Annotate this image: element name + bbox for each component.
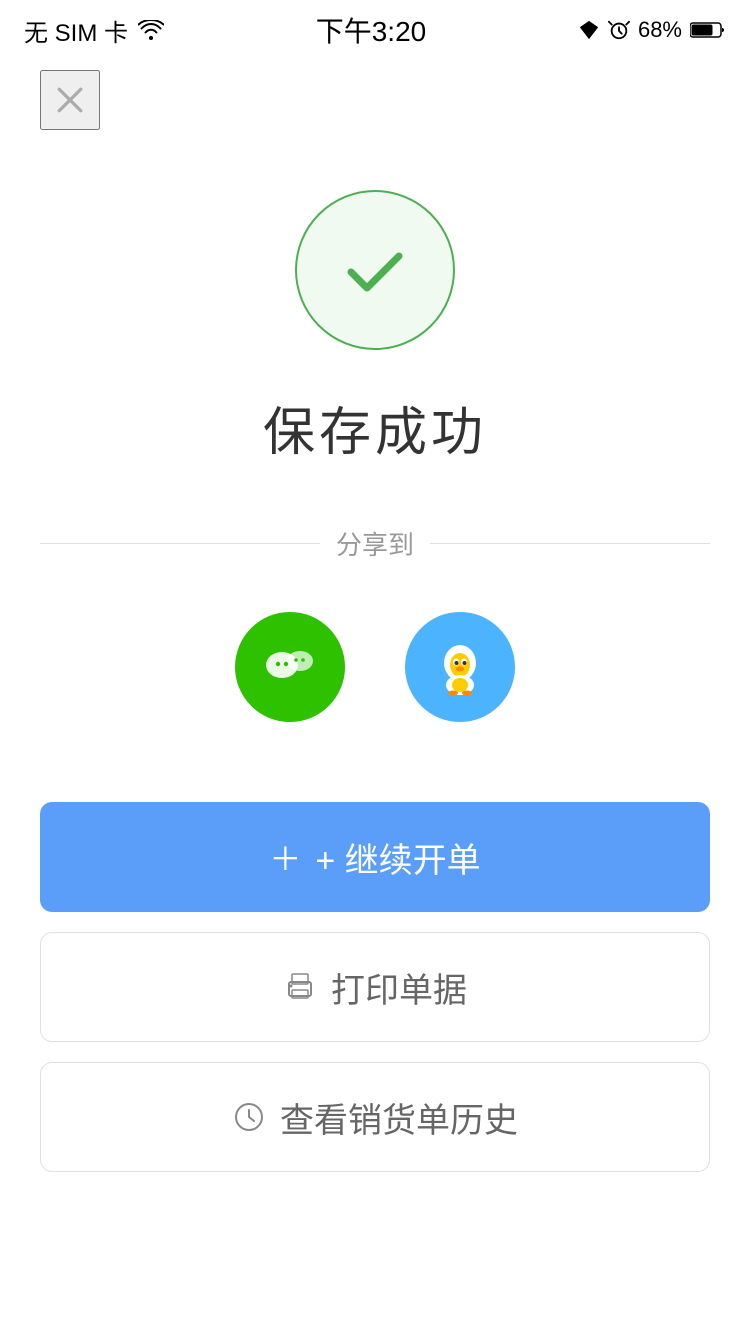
print-button-label: 打印单据 [331, 963, 467, 1012]
continue-button-label: + 继续开单 [315, 833, 480, 882]
battery-percent: 68% [638, 17, 682, 43]
wechat-icon [258, 635, 322, 699]
success-title: 保存成功 [263, 390, 487, 465]
no-sim-text: 无 SIM 卡 [24, 13, 128, 48]
action-buttons: ＋ + 继续开单 打印单据 查看销货单历史 [40, 802, 710, 1192]
alarm-icon [608, 19, 630, 41]
location-icon [578, 19, 600, 41]
clock-icon [232, 1100, 266, 1134]
printer-icon [283, 970, 317, 1004]
history-button-label: 查看销货单历史 [280, 1093, 518, 1142]
wechat-share-button[interactable] [235, 612, 345, 722]
share-icons-row [235, 612, 515, 722]
divider-right [430, 543, 710, 544]
share-label: 分享到 [336, 525, 414, 562]
checkmark-icon [335, 230, 415, 310]
share-divider: 分享到 [40, 525, 710, 562]
print-button[interactable]: 打印单据 [40, 932, 710, 1042]
qq-icon [428, 635, 492, 699]
battery-icon [690, 21, 726, 39]
qq-share-button[interactable] [405, 612, 515, 722]
status-left: 无 SIM 卡 [24, 13, 164, 48]
status-bar: 无 SIM 卡 下午3:20 68% [0, 0, 750, 60]
close-button[interactable] [40, 70, 100, 130]
plus-icon: ＋ [269, 834, 301, 880]
divider-left [40, 543, 320, 544]
history-button[interactable]: 查看销货单历史 [40, 1062, 710, 1172]
close-icon [52, 82, 88, 118]
status-time: 下午3:20 [316, 10, 427, 50]
wifi-icon [138, 20, 164, 40]
continue-button[interactable]: ＋ + 继续开单 [40, 802, 710, 912]
main-content: 保存成功 分享到 [0, 60, 750, 1334]
status-right: 68% [578, 17, 726, 43]
success-circle [295, 190, 455, 350]
